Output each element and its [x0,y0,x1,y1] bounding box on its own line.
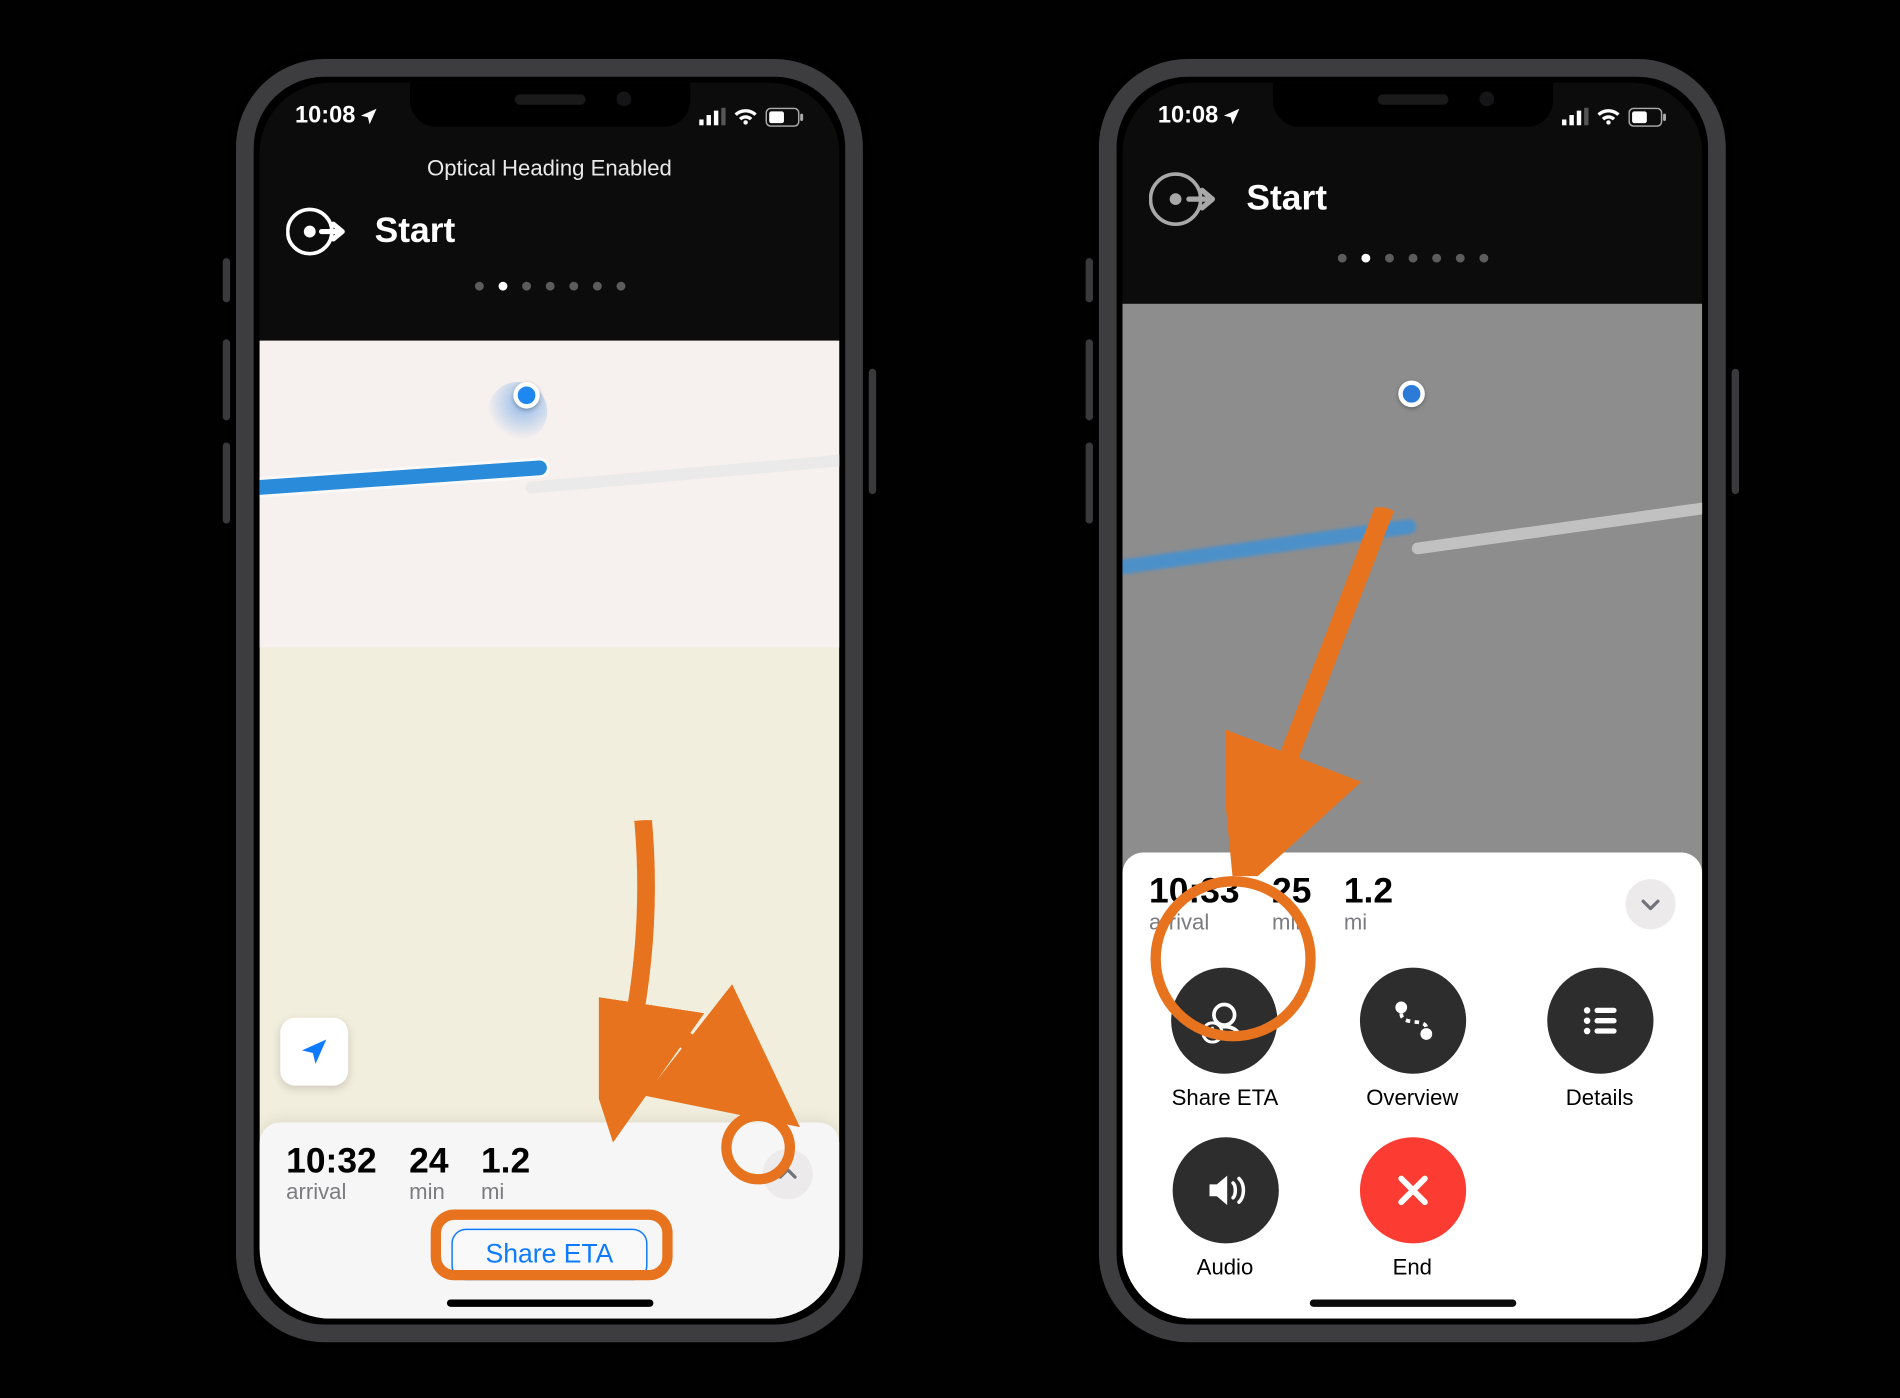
start-label: Start [1246,178,1327,219]
eta-arrival: 10:32 arrival [286,1143,377,1205]
close-icon [1390,1168,1434,1212]
location-arrow-icon [1221,106,1242,127]
chevron-up-icon [776,1162,800,1186]
details-action[interactable]: Details [1547,968,1653,1111]
cellular-icon [1562,108,1589,126]
notch [409,83,689,127]
optical-heading-label: Optical Heading Enabled [260,156,840,181]
page-dots[interactable] [260,282,840,291]
eta-distance: 1.2 mi [481,1143,530,1205]
status-time: 10:08 [1158,103,1218,130]
share-eta-action[interactable]: Share ETA [1172,968,1279,1111]
eta-duration: 25 min [1272,873,1311,935]
bottom-sheet[interactable]: 10:32 arrival 24 min 1.2 mi Share [260,1122,840,1318]
battery-icon [766,107,804,126]
phone-right: 10:08 [1092,52,1734,1350]
battery-icon [1628,107,1666,126]
details-icon [1575,996,1625,1046]
overview-icon [1386,994,1439,1047]
collapse-button[interactable] [1625,879,1675,929]
page-dots[interactable] [1122,254,1702,263]
eta-arrival: 10:33 arrival [1149,873,1240,935]
current-location-dot [513,382,540,409]
chevron-down-icon [1639,892,1663,916]
map[interactable]: 10:33 arrival 25 min 1.2 mi [1122,304,1702,1319]
cellular-icon [699,108,726,126]
audio-action[interactable]: Audio [1172,1137,1278,1280]
eta-duration: 24 min [409,1143,448,1205]
phone-left: 10:08 Optical Heading Enabled [229,52,871,1350]
share-eta-button[interactable]: Share ETA [452,1229,648,1281]
start-icon [286,199,351,264]
map[interactable]: 10:32 arrival 24 min 1.2 mi Share [260,341,840,1319]
status-time: 10:08 [295,103,355,130]
home-indicator[interactable] [446,1299,653,1306]
location-arrow-icon [358,106,379,127]
location-arrow-icon [298,1035,330,1067]
wifi-icon [1596,107,1621,126]
wifi-icon [733,107,758,126]
audio-icon [1200,1165,1250,1215]
current-location-dot [1398,381,1425,408]
expand-button[interactable] [763,1149,813,1199]
start-label: Start [375,211,456,252]
bottom-sheet-expanded[interactable]: 10:33 arrival 25 min 1.2 mi [1122,852,1702,1318]
home-indicator[interactable] [1309,1299,1516,1306]
start-icon [1149,162,1223,236]
eta-distance: 1.2 mi [1344,873,1393,935]
overview-action[interactable]: Overview [1359,968,1465,1111]
recenter-button[interactable] [280,1018,348,1086]
notch [1272,83,1552,127]
share-eta-icon [1197,993,1253,1049]
end-action[interactable]: End [1359,1137,1465,1280]
